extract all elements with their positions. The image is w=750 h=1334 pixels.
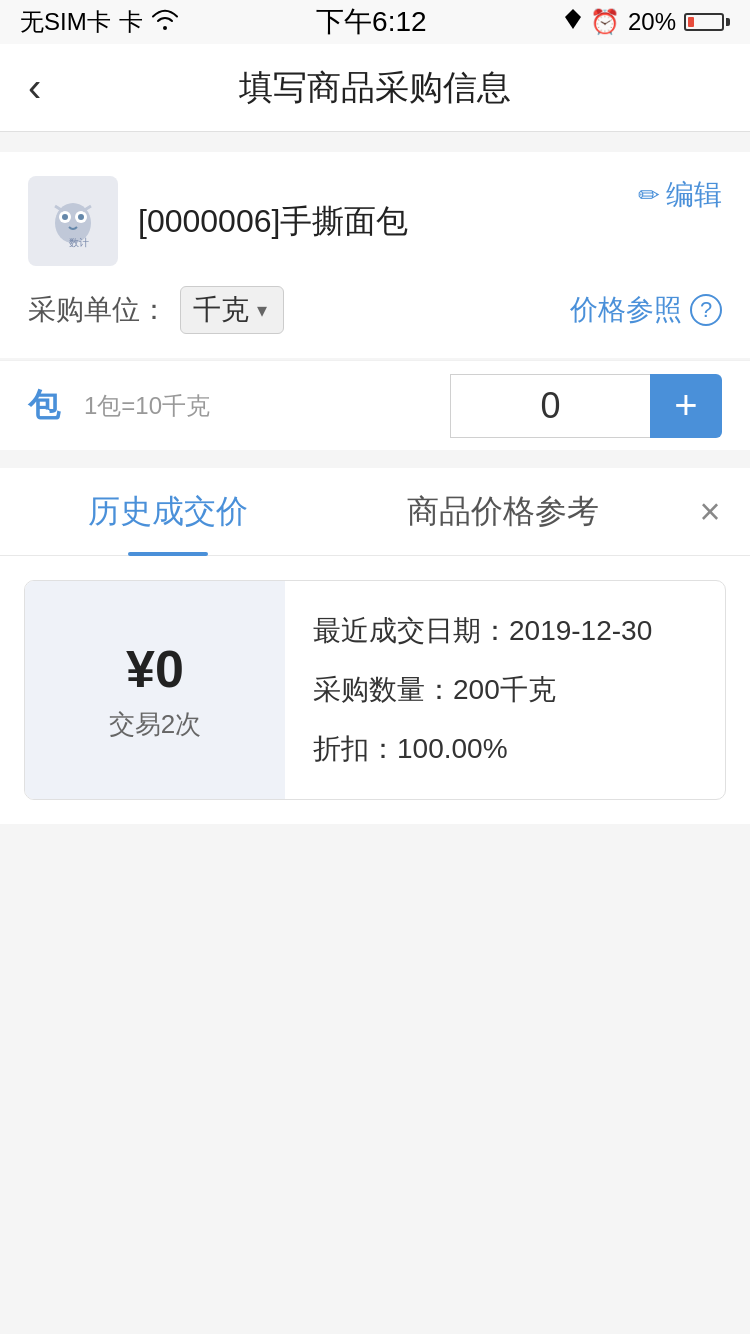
alarm-icon: ⏰: [590, 8, 620, 36]
unit-label: 采购单位： 千克 ▾: [28, 286, 284, 334]
location-icon: [564, 8, 582, 36]
svg-point-3: [62, 214, 68, 220]
status-right: ⏰ 20%: [564, 8, 730, 36]
page-title: 填写商品采购信息: [239, 65, 511, 111]
quantity-label: 包 1包=10千克: [28, 384, 210, 428]
nav-bar: ‹ 填写商品采购信息: [0, 44, 750, 132]
quantity-section: 包 1包=10千克 +: [0, 360, 750, 450]
status-left: 无SIM卡 卡: [20, 6, 179, 38]
battery-percent: 20%: [628, 8, 676, 36]
help-icon: ?: [690, 294, 722, 326]
quantity-equiv: 1包=10千克: [84, 390, 210, 422]
product-card: 数计 [0000006]手撕面包 ✏ 编辑 采购单位： 千克 ▾ 价格参照 ?: [0, 152, 750, 358]
chevron-down-icon: ▾: [257, 298, 267, 322]
battery-icon: [684, 13, 730, 31]
status-time: 下午6:12: [316, 3, 427, 41]
svg-text:数计: 数计: [69, 237, 89, 248]
svg-point-4: [78, 214, 84, 220]
tabs-section: 历史成交价 商品价格参考 × ¥0 交易2次 最近成交日期：2019-12-30…: [0, 468, 750, 824]
history-discount: 折扣：100.00%: [313, 727, 697, 772]
quantity-plus-button[interactable]: +: [650, 374, 722, 438]
edit-icon: ✏: [638, 180, 660, 211]
product-left: 数计 [0000006]手撕面包: [28, 176, 408, 266]
edit-button[interactable]: ✏ 编辑: [638, 176, 722, 214]
sim-icon: 卡: [119, 6, 143, 38]
back-button[interactable]: ‹: [28, 65, 41, 110]
tab-product-price-reference[interactable]: 商品价格参考: [335, 468, 670, 556]
history-trades-count: 交易2次: [109, 707, 201, 742]
tabs-close-button[interactable]: ×: [670, 468, 750, 556]
product-name: [0000006]手撕面包: [138, 199, 408, 244]
quantity-unit: 包: [28, 384, 60, 428]
history-quantity: 采购数量：200千克: [313, 668, 697, 713]
wifi-icon: [151, 8, 179, 36]
history-card-wrap: ¥0 交易2次 最近成交日期：2019-12-30 采购数量：200千克 折扣：…: [0, 556, 750, 824]
main-content-background: [0, 824, 750, 1334]
product-thumbnail: 数计: [28, 176, 118, 266]
tabs-header: 历史成交价 商品价格参考 ×: [0, 468, 750, 556]
carrier-text: 无SIM卡: [20, 6, 111, 38]
status-bar: 无SIM卡 卡 下午6:12 ⏰ 20%: [0, 0, 750, 44]
price-reference-button[interactable]: 价格参照 ?: [570, 291, 722, 329]
unit-select[interactable]: 千克 ▾: [180, 286, 284, 334]
tab-active-indicator: [128, 552, 208, 556]
product-header: 数计 [0000006]手撕面包 ✏ 编辑: [28, 176, 722, 266]
tab-history-price[interactable]: 历史成交价: [0, 468, 335, 556]
history-details-panel: 最近成交日期：2019-12-30 采购数量：200千克 折扣：100.00%: [285, 581, 725, 799]
currency-symbol: ¥: [126, 640, 155, 698]
quantity-input[interactable]: [450, 374, 650, 438]
history-price-panel: ¥0 交易2次: [25, 581, 285, 799]
history-card: ¥0 交易2次 最近成交日期：2019-12-30 采购数量：200千克 折扣：…: [24, 580, 726, 800]
quantity-input-area: +: [450, 374, 722, 438]
history-recent-date: 最近成交日期：2019-12-30: [313, 609, 697, 654]
history-price-value: ¥0: [126, 639, 184, 699]
product-unit-row: 采购单位： 千克 ▾ 价格参照 ?: [28, 286, 722, 334]
